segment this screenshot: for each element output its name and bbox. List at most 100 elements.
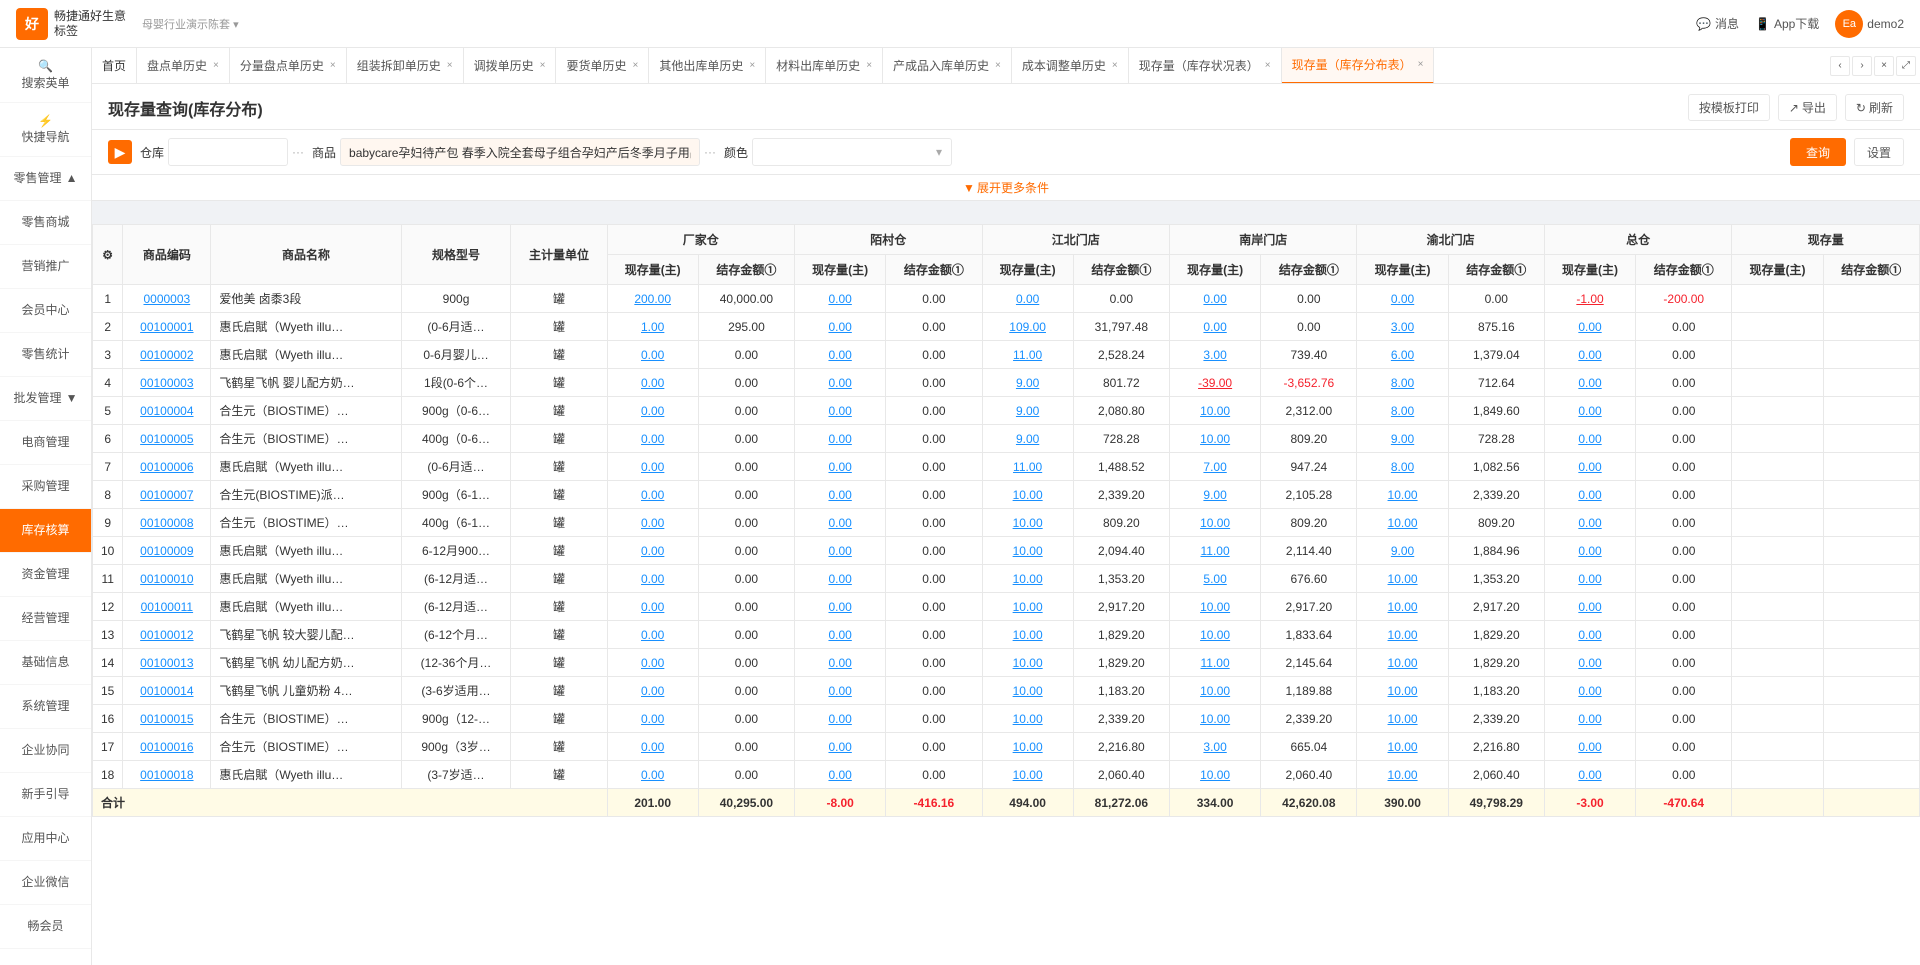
- sidebar-item-member[interactable]: 会员中心: [0, 289, 91, 333]
- sidebar-item-guide[interactable]: 新手引导: [0, 773, 91, 817]
- cell-yubei-amt: 1,829.20: [1448, 621, 1544, 649]
- cell-spec: 900g（12-…: [401, 705, 511, 733]
- tab-maximize[interactable]: ⤢: [1896, 56, 1916, 76]
- sidebar-item-finance[interactable]: 资金管理: [0, 553, 91, 597]
- sidebar-item-retail-stat[interactable]: 零售统计: [0, 333, 91, 377]
- table-row: 14 00100013 飞鹤星飞帆 幼儿配方奶… (12-36个月… 罐 0.0…: [93, 649, 1920, 677]
- query-btn[interactable]: 查询: [1790, 138, 1846, 166]
- cell-curr-qty: [1732, 453, 1823, 481]
- cell-total-amt: 0.00: [1636, 453, 1732, 481]
- summary-factory-amt: 40,295.00: [698, 789, 794, 817]
- tab-material-out[interactable]: 材料出库单历史 ×: [766, 48, 883, 84]
- sidebar-item-shortcut[interactable]: ⚡ 快捷导航: [0, 103, 91, 158]
- warehouse-ellipsis[interactable]: ···: [292, 145, 304, 159]
- tab-close-2[interactable]: ×: [330, 60, 336, 71]
- top-bar-left: 好 畅捷通好生意 标签 母婴行业演示陈套 ▾: [16, 8, 239, 40]
- tab-inventory-count[interactable]: 盘点单历史 ×: [137, 48, 230, 84]
- tab-nav-right[interactable]: ›: [1852, 56, 1872, 76]
- sidebar-item-member2[interactable]: 畅会员: [0, 905, 91, 949]
- print-btn[interactable]: 按模板打印: [1688, 94, 1770, 121]
- filter-expand-btn[interactable]: ▶: [108, 140, 132, 164]
- cell-code: 00100005: [123, 425, 211, 453]
- app-download-btn[interactable]: 📱 App下载: [1755, 15, 1819, 32]
- sidebar-item-retail-store[interactable]: 零售商城: [0, 201, 91, 245]
- cell-curr-qty: [1732, 313, 1823, 341]
- cell-total-amt: 0.00: [1636, 509, 1732, 537]
- cell-name: 合生元（BIOSTIME）…: [211, 733, 401, 761]
- warehouse-input[interactable]: [168, 138, 288, 166]
- system-selector[interactable]: 母婴行业演示陈套 ▾: [142, 16, 239, 32]
- tab-nav-left[interactable]: ‹: [1830, 56, 1850, 76]
- tab-close-10[interactable]: ×: [1265, 60, 1271, 71]
- cell-spec: (12-36个月…: [401, 649, 511, 677]
- cell-jiangbei-qty: 109.00: [982, 313, 1073, 341]
- cell-name: 合生元（BIOSTIME）…: [211, 509, 401, 537]
- cell-unit: 罐: [511, 397, 607, 425]
- setting-btn[interactable]: 设置: [1854, 138, 1904, 166]
- sidebar-item-purchase[interactable]: 采购管理: [0, 465, 91, 509]
- export-btn[interactable]: ↗ 导出: [1778, 94, 1837, 121]
- tab-stock-dist[interactable]: 现存量（库存分布表） ×: [1282, 48, 1435, 84]
- goods-ellipsis[interactable]: ···: [704, 145, 716, 159]
- cell-factory-amt: 295.00: [698, 313, 794, 341]
- cell-no: 5: [93, 397, 123, 425]
- summary-factory-qty: 201.00: [607, 789, 698, 817]
- tab-requisition[interactable]: 要货单历史 ×: [556, 48, 649, 84]
- table-area[interactable]: ⚙ 商品编码 商品名称 规格型号 主计量单位 厂家仓 陌村仓 江北门店 南岸门店…: [92, 224, 1920, 965]
- message-btn[interactable]: 💬 消息: [1696, 15, 1739, 32]
- cell-mocun-qty: 0.00: [795, 733, 886, 761]
- tab-close-all[interactable]: ×: [1874, 56, 1894, 76]
- sidebar-item-wholesale[interactable]: 批发管理 ▼: [0, 377, 91, 421]
- goods-input[interactable]: [340, 138, 700, 166]
- cell-curr-amt: [1823, 285, 1919, 313]
- tab-stock-status[interactable]: 现存量（库存状况表） ×: [1129, 48, 1282, 84]
- tab-close-9[interactable]: ×: [1112, 60, 1118, 71]
- tab-close-5[interactable]: ×: [632, 60, 638, 71]
- cell-curr-amt: [1823, 341, 1919, 369]
- user-area[interactable]: Ea demo2: [1835, 10, 1904, 38]
- tab-partial-count[interactable]: 分量盘点单历史 ×: [230, 48, 347, 84]
- sidebar-item-appstore[interactable]: 应用中心: [0, 817, 91, 861]
- sidebar-item-corpwx[interactable]: 企业微信: [0, 861, 91, 905]
- cell-total-amt: 0.00: [1636, 705, 1732, 733]
- tab-home[interactable]: 首页: [92, 48, 137, 84]
- sidebar-item-system[interactable]: 系统管理: [0, 685, 91, 729]
- download-icon: 📱: [1755, 17, 1770, 31]
- tab-other-out[interactable]: 其他出库单历史 ×: [649, 48, 766, 84]
- refresh-btn[interactable]: ↻ 刷新: [1845, 94, 1904, 121]
- color-dropdown-icon[interactable]: ▾: [936, 145, 942, 159]
- sidebar-item-base[interactable]: 基础信息: [0, 641, 91, 685]
- tab-transfer[interactable]: 调拨单历史 ×: [464, 48, 557, 84]
- tab-close-1[interactable]: ×: [213, 60, 219, 71]
- gear-icon[interactable]: ⚙: [102, 248, 113, 262]
- cell-code: 00100003: [123, 369, 211, 397]
- tab-close-8[interactable]: ×: [995, 60, 1001, 71]
- sidebar-item-search[interactable]: 🔍 搜索英单: [0, 48, 91, 103]
- sidebar-item-operations[interactable]: 经营管理: [0, 597, 91, 641]
- sidebar-item-inventory[interactable]: 库存核算: [0, 509, 91, 553]
- tab-assemble[interactable]: 组装拆卸单历史 ×: [347, 48, 464, 84]
- tab-close-7[interactable]: ×: [866, 60, 872, 71]
- tab-close-11[interactable]: ×: [1418, 59, 1424, 70]
- color-input[interactable]: [752, 138, 952, 166]
- cell-nanan-amt: 2,145.64: [1261, 649, 1357, 677]
- sidebar-item-marketing[interactable]: 营销推广: [0, 245, 91, 289]
- tab-close-4[interactable]: ×: [540, 60, 546, 71]
- th-gear[interactable]: ⚙: [93, 225, 123, 285]
- cell-yubei-amt: 1,183.20: [1448, 677, 1544, 705]
- cell-curr-amt: [1823, 481, 1919, 509]
- expand-more-btn[interactable]: ▼ 展开更多条件: [963, 179, 1049, 196]
- sidebar-item-retail-mgmt[interactable]: 零售管理 ▲: [0, 157, 91, 201]
- sidebar-item-ecommerce[interactable]: 电商管理: [0, 421, 91, 465]
- cell-nanan-qty: 10.00: [1169, 593, 1260, 621]
- tab-finished-in[interactable]: 产成品入库单历史 ×: [883, 48, 1012, 84]
- tab-cost-adjust[interactable]: 成本调整单历史 ×: [1012, 48, 1129, 84]
- cell-curr-qty: [1732, 649, 1823, 677]
- cell-total-qty: 0.00: [1544, 481, 1635, 509]
- tab-close-6[interactable]: ×: [749, 60, 755, 71]
- cell-jiangbei-qty: 10.00: [982, 621, 1073, 649]
- sidebar-item-corp[interactable]: 企业协同: [0, 729, 91, 773]
- tab-close-3[interactable]: ×: [447, 60, 453, 71]
- cell-total-qty: 0.00: [1544, 677, 1635, 705]
- cell-total-qty: 0.00: [1544, 341, 1635, 369]
